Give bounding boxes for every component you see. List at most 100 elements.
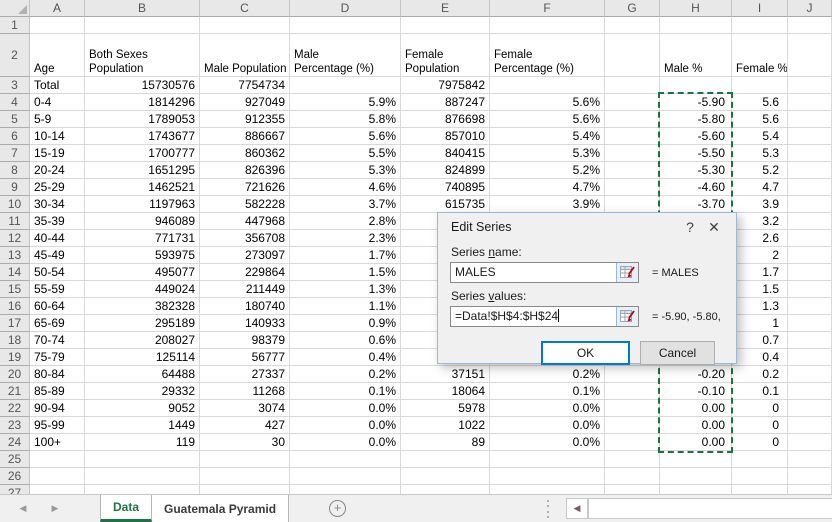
series-name-input[interactable]: MALES	[450, 262, 639, 283]
cell-E1[interactable]	[401, 17, 490, 34]
cell-B20[interactable]: 64488	[85, 366, 200, 383]
cell-B27[interactable]	[85, 485, 200, 494]
cell-D14[interactable]: 1.5%	[290, 264, 401, 281]
cell-B5[interactable]: 1789053	[85, 111, 200, 128]
cell-G25[interactable]	[605, 451, 660, 468]
row-header-4[interactable]: 4	[0, 94, 30, 111]
cell-C24[interactable]: 30	[200, 434, 290, 451]
cell-J3[interactable]	[788, 77, 832, 94]
cell-F26[interactable]	[490, 468, 605, 485]
cell-H9[interactable]: -4.60	[660, 179, 732, 196]
cell-B12[interactable]: 771731	[85, 230, 200, 247]
cell-A9[interactable]: 25-29	[30, 179, 85, 196]
cell-B3[interactable]: 15730576	[85, 77, 200, 94]
cell-F24[interactable]: 0.0%	[490, 434, 605, 451]
row-header-18[interactable]: 18	[0, 332, 30, 349]
cell-J17[interactable]	[788, 315, 832, 332]
row-header-27[interactable]: 27	[0, 485, 30, 494]
cell-B9[interactable]: 1462521	[85, 179, 200, 196]
cell-D13[interactable]: 1.7%	[290, 247, 401, 264]
cell-D11[interactable]: 2.8%	[290, 213, 401, 230]
cell-C10[interactable]: 582228	[200, 196, 290, 213]
cell-D5[interactable]: 5.8%	[290, 111, 401, 128]
column-header-E[interactable]: E	[401, 0, 490, 17]
cell-B17[interactable]: 295189	[85, 315, 200, 332]
row-header-1[interactable]: 1	[0, 17, 30, 34]
row-header-9[interactable]: 9	[0, 179, 30, 196]
cell-F20[interactable]: 0.2%	[490, 366, 605, 383]
tab-scroll-right-icon[interactable]: ▶	[46, 503, 64, 514]
cell-D8[interactable]: 5.3%	[290, 162, 401, 179]
cell-B10[interactable]: 1197963	[85, 196, 200, 213]
cell-D10[interactable]: 3.7%	[290, 196, 401, 213]
row-header-20[interactable]: 20	[0, 366, 30, 383]
cell-E22[interactable]: 5978	[401, 400, 490, 417]
cell-D21[interactable]: 0.1%	[290, 383, 401, 400]
cell-I16[interactable]: 1.3	[732, 298, 788, 315]
cell-A22[interactable]: 90-94	[30, 400, 85, 417]
cell-F8[interactable]: 5.2%	[490, 162, 605, 179]
cell-C6[interactable]: 886667	[200, 128, 290, 145]
cell-A16[interactable]: 60-64	[30, 298, 85, 315]
cell-G26[interactable]	[605, 468, 660, 485]
cell-A3[interactable]: Total	[30, 77, 85, 94]
cell-J16[interactable]	[788, 298, 832, 315]
cell-D2[interactable]: Male Percentage (%)	[290, 34, 401, 77]
cell-G22[interactable]	[605, 400, 660, 417]
cell-I21[interactable]: 0.1	[732, 383, 788, 400]
hscroll-thumb[interactable]	[588, 498, 832, 519]
cell-F3[interactable]	[490, 77, 605, 94]
cell-J4[interactable]	[788, 94, 832, 111]
column-header-D[interactable]: D	[290, 0, 401, 17]
cell-J15[interactable]	[788, 281, 832, 298]
cell-I8[interactable]: 5.2	[732, 162, 788, 179]
column-header-B[interactable]: B	[85, 0, 200, 17]
cell-H26[interactable]	[660, 468, 732, 485]
cell-E6[interactable]: 857010	[401, 128, 490, 145]
cell-H2[interactable]: Male %	[660, 34, 732, 77]
cell-H6[interactable]: -5.60	[660, 128, 732, 145]
range-selector-button[interactable]	[616, 263, 638, 282]
cell-A17[interactable]: 65-69	[30, 315, 85, 332]
cell-E20[interactable]: 37151	[401, 366, 490, 383]
cell-G2[interactable]	[605, 34, 660, 77]
cell-B22[interactable]: 9052	[85, 400, 200, 417]
cell-J11[interactable]	[788, 213, 832, 230]
cell-D7[interactable]: 5.5%	[290, 145, 401, 162]
cell-A2[interactable]: Age	[30, 34, 85, 77]
hscroll-left-button[interactable]: ◀	[566, 498, 588, 519]
cell-E24[interactable]: 89	[401, 434, 490, 451]
cell-C26[interactable]	[200, 468, 290, 485]
row-header-13[interactable]: 13	[0, 247, 30, 264]
cell-G7[interactable]	[605, 145, 660, 162]
cell-I4[interactable]: 5.6	[732, 94, 788, 111]
cell-D1[interactable]	[290, 17, 401, 34]
cell-I23[interactable]: 0	[732, 417, 788, 434]
cell-F6[interactable]: 5.4%	[490, 128, 605, 145]
cell-A27[interactable]	[30, 485, 85, 494]
cell-I15[interactable]: 1.5	[732, 281, 788, 298]
cell-J5[interactable]	[788, 111, 832, 128]
column-header-F[interactable]: F	[490, 0, 605, 17]
cell-F10[interactable]: 3.9%	[490, 196, 605, 213]
cell-C3[interactable]: 7754734	[200, 77, 290, 94]
add-sheet-button[interactable]: +	[329, 495, 347, 522]
cell-A19[interactable]: 75-79	[30, 349, 85, 366]
row-header-2[interactable]: 2	[0, 34, 30, 77]
cell-J25[interactable]	[788, 451, 832, 468]
cell-H21[interactable]: -0.10	[660, 383, 732, 400]
cell-A21[interactable]: 85-89	[30, 383, 85, 400]
cell-D26[interactable]	[290, 468, 401, 485]
row-header-12[interactable]: 12	[0, 230, 30, 247]
cell-G27[interactable]	[605, 485, 660, 494]
cell-A18[interactable]: 70-74	[30, 332, 85, 349]
cell-C14[interactable]: 229864	[200, 264, 290, 281]
cell-B4[interactable]: 1814296	[85, 94, 200, 111]
cell-E26[interactable]	[401, 468, 490, 485]
cell-J1[interactable]	[788, 17, 832, 34]
row-header-17[interactable]: 17	[0, 315, 30, 332]
ok-button[interactable]: OK	[541, 341, 630, 365]
cell-F5[interactable]: 5.6%	[490, 111, 605, 128]
cell-E5[interactable]: 876698	[401, 111, 490, 128]
cell-D22[interactable]: 0.0%	[290, 400, 401, 417]
